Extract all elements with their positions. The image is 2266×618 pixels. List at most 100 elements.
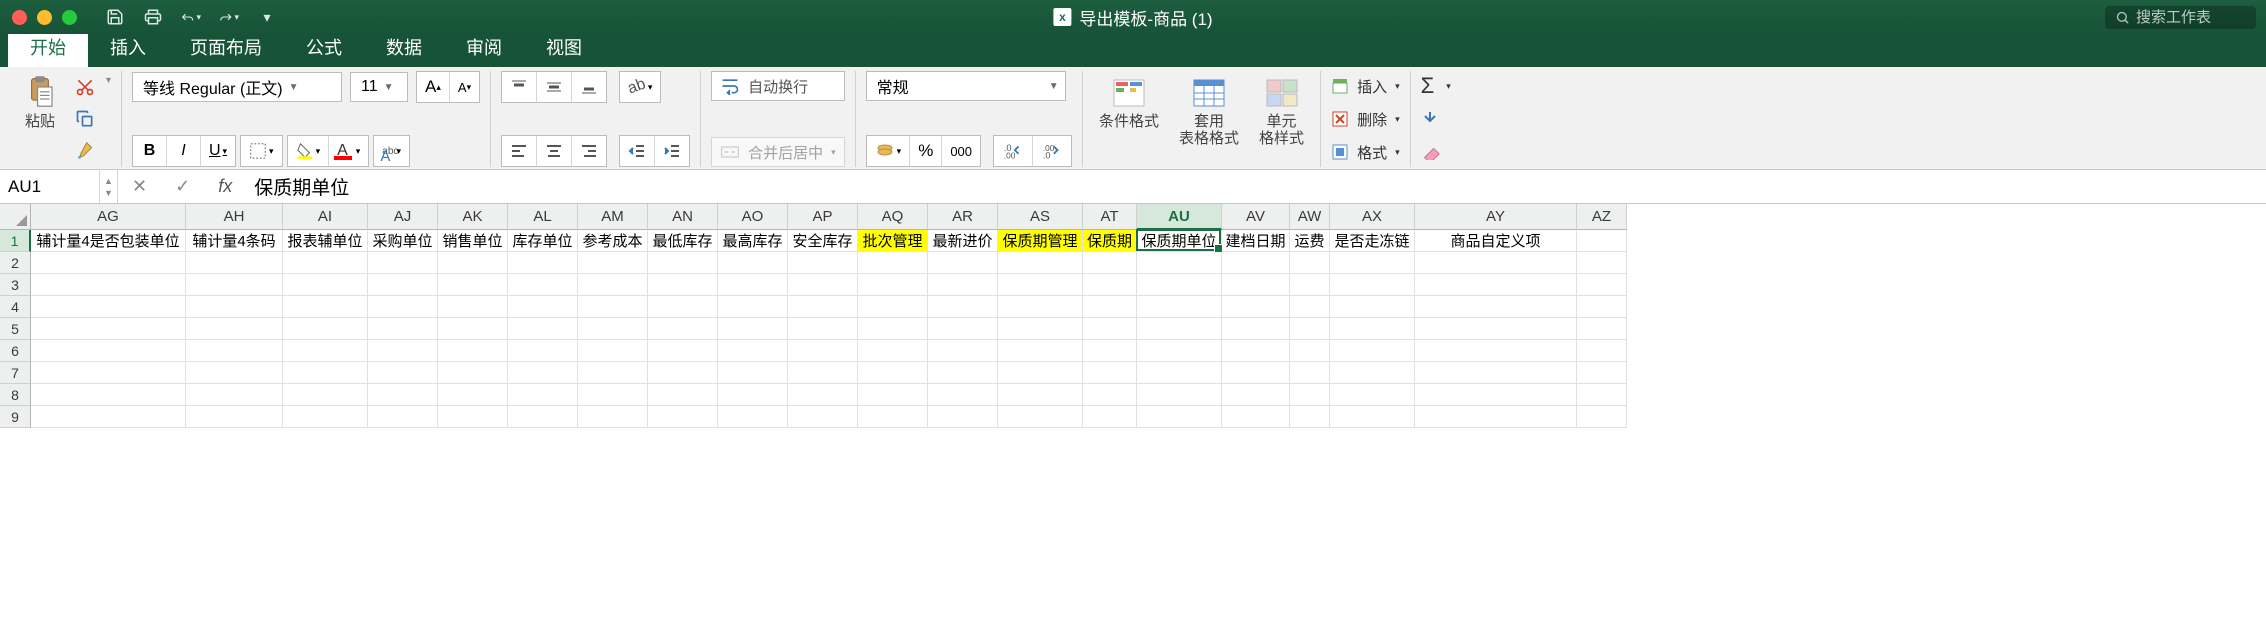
cell[interactable]: 最高库存 [718,230,788,252]
column-header[interactable]: AU [1137,204,1222,230]
search-input[interactable] [2136,9,2246,26]
cell[interactable] [1330,362,1415,384]
decrease-indent-button[interactable] [620,136,655,166]
cell[interactable] [718,406,788,428]
cell[interactable] [31,252,186,274]
cell[interactable] [1222,384,1290,406]
cell[interactable] [508,318,578,340]
cell[interactable] [283,406,368,428]
cell[interactable] [648,274,718,296]
align-right-button[interactable] [572,136,606,166]
save-icon[interactable] [105,7,125,27]
cell[interactable] [1577,252,1627,274]
column-header[interactable]: AT [1083,204,1137,230]
cell[interactable] [1222,296,1290,318]
cell[interactable] [508,274,578,296]
cell[interactable] [283,362,368,384]
grow-font-button[interactable]: A▴ [417,72,450,102]
font-name-combo[interactable]: 等线 Regular (正文)▼ [132,72,342,102]
cell[interactable] [928,362,998,384]
phonetic-button[interactable]: abcA▾ [374,136,409,166]
cell[interactable] [1137,362,1222,384]
cell[interactable] [1415,362,1577,384]
cell[interactable] [31,406,186,428]
cell[interactable] [1415,274,1577,296]
cell[interactable] [928,384,998,406]
cell[interactable] [858,318,928,340]
cell[interactable] [1137,274,1222,296]
align-top-button[interactable] [502,72,537,102]
close-window-icon[interactable] [12,10,27,25]
print-icon[interactable] [143,7,163,27]
cell[interactable] [1330,252,1415,274]
cut-button[interactable] [70,72,100,102]
cell[interactable] [1083,318,1137,340]
paste-dropdown-icon[interactable]: ▾ [106,75,111,86]
cell[interactable] [438,318,508,340]
cell[interactable] [186,384,283,406]
cell[interactable] [1290,406,1330,428]
cell[interactable] [438,340,508,362]
cell[interactable] [1222,340,1290,362]
cell[interactable] [1083,274,1137,296]
cell[interactable]: 库存单位 [508,230,578,252]
column-header[interactable]: AG [31,204,186,230]
cell[interactable] [718,296,788,318]
column-header[interactable]: AV [1222,204,1290,230]
delete-cells-button[interactable]: 删除▾ [1331,104,1400,134]
cell[interactable] [928,252,998,274]
cell[interactable] [648,384,718,406]
column-header[interactable]: AL [508,204,578,230]
comma-button[interactable]: 000 [942,136,980,166]
fill-color-button[interactable]: ▾ [288,136,330,166]
cell[interactable] [1137,384,1222,406]
cell[interactable] [788,406,858,428]
cell[interactable] [578,340,648,362]
cell[interactable]: 商品自定义项 [1415,230,1577,252]
cell[interactable] [1290,340,1330,362]
qat-customize-icon[interactable]: ▾ [257,7,277,27]
cell[interactable] [1415,252,1577,274]
cell[interactable]: 是否走冻链 [1330,230,1415,252]
cell[interactable] [1330,340,1415,362]
cell[interactable] [788,318,858,340]
cell[interactable] [858,274,928,296]
cells-area[interactable]: 辅计量4是否包装单位辅计量4条码报表辅单位采购单位销售单位库存单位参考成本最低库… [31,230,1627,428]
cell[interactable] [31,296,186,318]
cell[interactable] [578,274,648,296]
cell[interactable] [438,362,508,384]
cell[interactable] [998,406,1083,428]
cell[interactable] [1083,406,1137,428]
cell[interactable] [283,296,368,318]
align-left-button[interactable] [502,136,537,166]
cell[interactable] [508,296,578,318]
column-header[interactable]: AK [438,204,508,230]
row-header[interactable]: 4 [0,296,31,318]
conditional-formatting-button[interactable]: 条件格式 [1093,71,1165,134]
cell[interactable] [858,340,928,362]
cell[interactable] [1083,296,1137,318]
cell[interactable] [788,384,858,406]
cell[interactable]: 保质期单位 [1137,230,1222,252]
increase-decimal-button[interactable]: .0.00 [994,136,1033,166]
cell[interactable] [368,406,438,428]
formula-input[interactable] [246,176,2266,198]
cell[interactable] [368,252,438,274]
column-header[interactable]: AO [718,204,788,230]
cell[interactable] [186,362,283,384]
percent-button[interactable]: % [910,136,942,166]
cell[interactable] [998,384,1083,406]
cell[interactable] [31,362,186,384]
cell[interactable] [1577,296,1627,318]
format-cells-button[interactable]: 格式▾ [1331,137,1400,167]
cell[interactable] [1415,296,1577,318]
cell[interactable] [1290,296,1330,318]
cell[interactable] [928,318,998,340]
column-header[interactable]: AJ [368,204,438,230]
cell[interactable] [788,340,858,362]
cell[interactable] [858,252,928,274]
cell[interactable] [1577,340,1627,362]
cell[interactable] [1330,296,1415,318]
column-header[interactable]: AN [648,204,718,230]
cell[interactable] [788,252,858,274]
